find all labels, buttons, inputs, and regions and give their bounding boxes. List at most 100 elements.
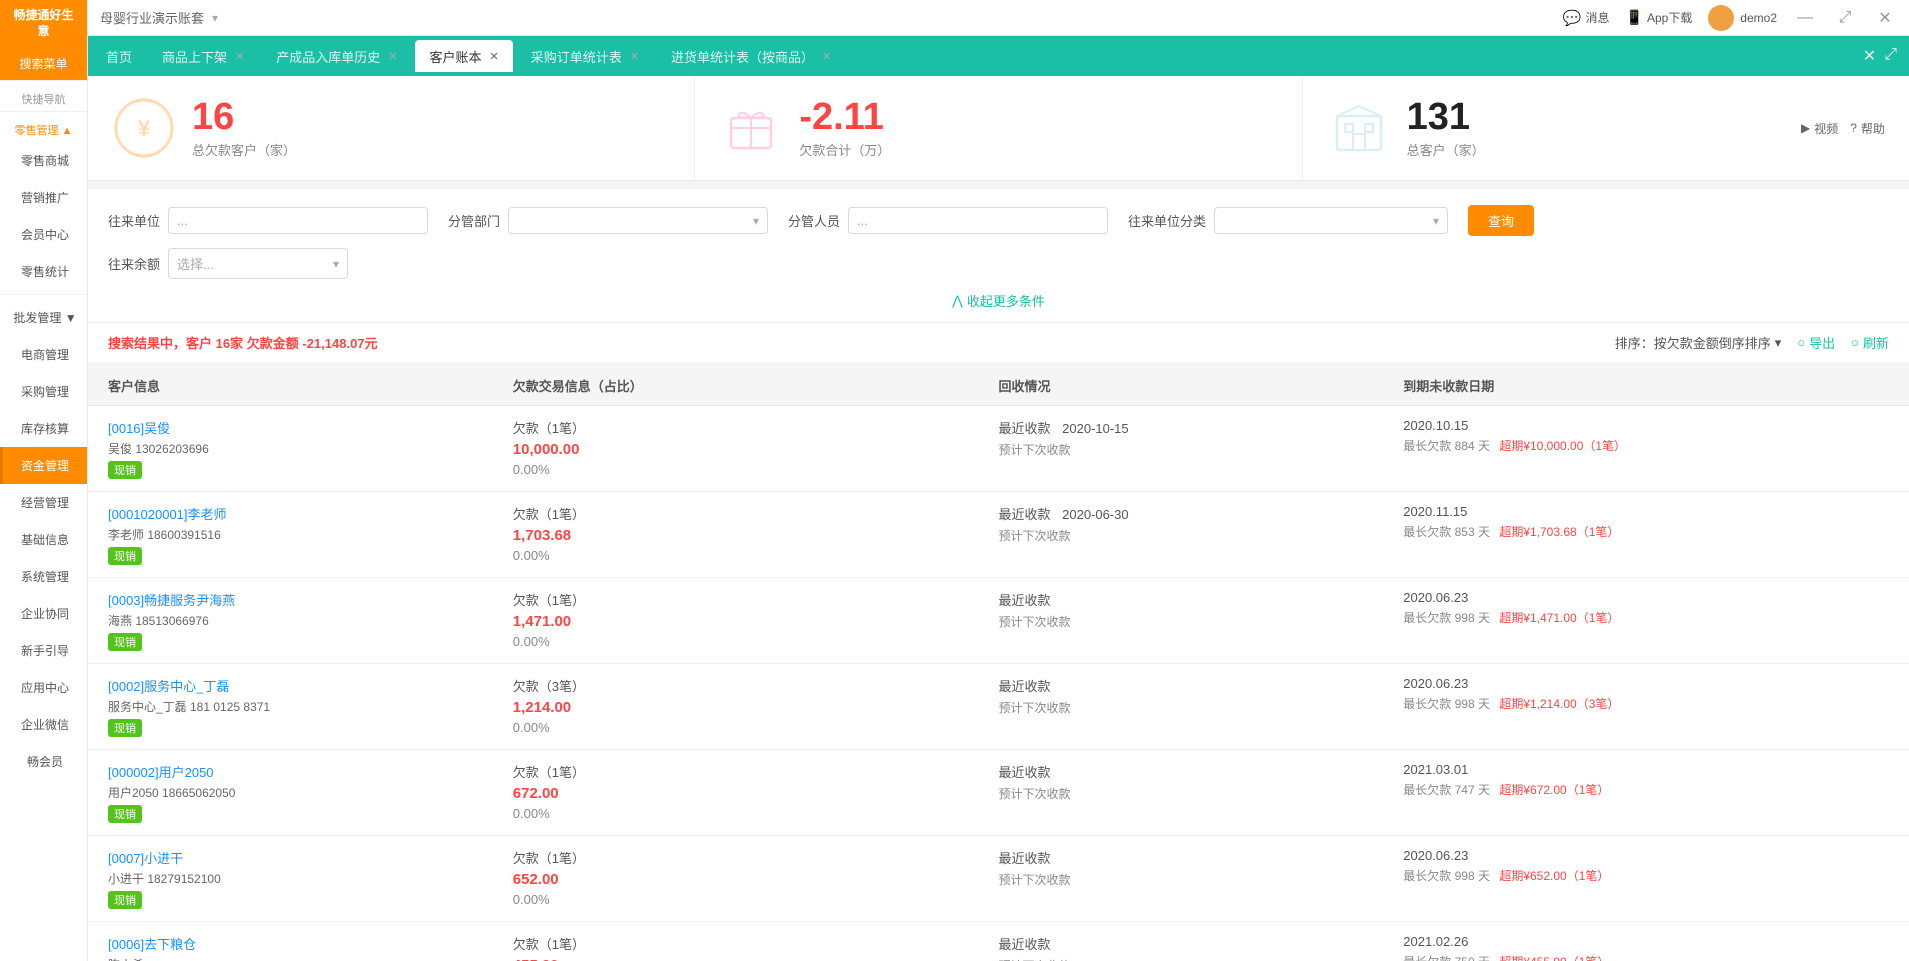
table-row: [000002]用户2050 用户2050 18665062050 现销 欠款（…	[88, 750, 1909, 836]
tab-purchase-stats[interactable]: 采购订单统计表 ✕	[517, 40, 653, 72]
sidebar-item-inventory[interactable]: 库存核算	[0, 410, 87, 447]
sidebar-item-finance[interactable]: 资金管理	[0, 447, 87, 484]
sidebar-item-basic-info[interactable]: 基础信息	[0, 521, 87, 558]
from-unit-input[interactable]: ...	[168, 207, 428, 234]
filter-row-1: 往来单位 ... 分管部门 ▾ 分管人员	[108, 205, 1889, 236]
refresh-btn[interactable]: ○ 刷新	[1851, 333, 1889, 352]
from-unit-label: 往来单位	[108, 211, 160, 230]
client-name-6[interactable]: [0006]去下粮仓	[108, 934, 513, 953]
client-phone-3: 服务中心_丁磊 181 0125 8371	[108, 698, 513, 715]
tab-close-customer[interactable]: ✕	[490, 50, 499, 63]
sidebar-item-system[interactable]: 系统管理	[0, 558, 87, 595]
collapse-filter-btn[interactable]: ⋀ 收起更多条件	[108, 291, 1889, 310]
tab-close-history[interactable]: ✕	[388, 50, 397, 63]
recovery-info-1: 最近收款 2020-06-30 预计下次收款	[999, 504, 1404, 544]
sidebar-item-newbie[interactable]: 新手引导	[0, 632, 87, 669]
account-name: 母婴行业演示账套	[100, 8, 204, 27]
sidebar-item-operations[interactable]: 经营管理	[0, 484, 87, 521]
window-minimize-btn[interactable]: —	[1793, 6, 1817, 30]
sidebar-divider-1	[0, 294, 87, 295]
overdue-link-6[interactable]: 超期¥455.90（1笔）	[1499, 955, 1609, 961]
dept-select[interactable]: ▾	[508, 207, 768, 234]
overdue-link-1[interactable]: 超期¥1,703.68（1笔）	[1499, 525, 1619, 539]
recovery-date-6: 最近收款	[999, 934, 1404, 953]
client-info-6: [0006]去下粮仓 陈小希 现销	[108, 934, 513, 961]
balance-select[interactable]: 选择... ▾	[168, 248, 348, 279]
search-button[interactable]: 查询	[1468, 205, 1534, 236]
app-download-btn[interactable]: 📱 App下载	[1626, 9, 1693, 26]
tab-product-list[interactable]: 商品上下架 ✕	[148, 40, 258, 72]
unit-category-select[interactable]: ▾	[1214, 207, 1448, 234]
client-name-2[interactable]: [0003]畅捷服务尹海燕	[108, 590, 513, 609]
sort-select[interactable]: 排序：按欠款金额倒序排序 ▾	[1615, 333, 1782, 352]
quick-nav-label: 快捷导航	[0, 80, 87, 111]
export-btn[interactable]: ○ 导出	[1797, 333, 1835, 352]
stat-number-debt: -2.11	[799, 98, 890, 136]
client-info-0: [0016]吴俊 吴俊 13026203696 现销	[108, 418, 513, 479]
export-icon: ○	[1797, 335, 1805, 350]
client-info-1: [0001020001]李老师 李老师 18600391516 现销	[108, 504, 513, 565]
account-dropdown-icon[interactable]: ▾	[212, 11, 218, 25]
tab-close-product[interactable]: ✕	[235, 50, 244, 63]
client-name-1[interactable]: [0001020001]李老师	[108, 504, 513, 523]
sidebar-item-enterprise-wechat[interactable]: 企业微信	[0, 706, 87, 743]
tab-close-goods[interactable]: ✕	[822, 50, 831, 63]
video-action-btn[interactable]: ▶ 视频	[1801, 120, 1838, 137]
sidebar-item-members[interactable]: 会员中心	[0, 216, 87, 253]
overdue-link-3[interactable]: 超期¥1,214.00（3笔）	[1499, 697, 1619, 711]
stat-info-2: -2.11 欠款合计（万）	[799, 98, 890, 159]
tabbar-expand-btn[interactable]: ⤢	[1884, 46, 1897, 66]
overdue-link-2[interactable]: 超期¥1,471.00（1笔）	[1499, 611, 1619, 625]
sidebar-item-enterprise[interactable]: 企业协同	[0, 595, 87, 632]
debt-amount-5: 652.00	[513, 871, 999, 888]
debt-amount-1: 1,703.68	[513, 527, 999, 544]
sidebar-item-purchase[interactable]: 采购管理	[0, 373, 87, 410]
client-info-2: [0003]畅捷服务尹海燕 海燕 18513066976 现销	[108, 590, 513, 651]
message-btn[interactable]: 💬 消息	[1563, 9, 1610, 27]
tab-home[interactable]: 首页	[94, 40, 144, 72]
next-collection-6: 预计下次收款	[999, 957, 1404, 961]
sidebar-item-app-center[interactable]: 应用中心	[0, 669, 87, 706]
sidebar-item-retail-stats[interactable]: 零售统计	[0, 253, 87, 290]
date-detail-3: 最长欠款 998 天 超期¥1,214.00（3笔）	[1403, 695, 1889, 712]
video-icon: ▶	[1801, 121, 1810, 135]
sidebar-item-chang-member[interactable]: 畅会员	[0, 743, 87, 780]
tab-close-purchase[interactable]: ✕	[630, 50, 639, 63]
sidebar-item-ecommerce[interactable]: 电商管理	[0, 336, 87, 373]
client-phone-6: 陈小希	[108, 956, 513, 961]
next-collection-3: 预计下次收款	[999, 699, 1404, 716]
person-input[interactable]: ...	[848, 207, 1108, 234]
sidebar-item-marketing[interactable]: 营销推广	[0, 179, 87, 216]
stat-actions: ▶ 视频 ? 帮助	[1801, 120, 1885, 137]
debt-amount-2: 1,471.00	[513, 613, 999, 630]
sidebar-item-wholesale[interactable]: 批发管理 ▼	[0, 299, 87, 336]
table-row: [0003]畅捷服务尹海燕 海燕 18513066976 现销 欠款（1笔） 1…	[88, 578, 1909, 664]
overdue-link-5[interactable]: 超期¥652.00（1笔）	[1499, 869, 1609, 883]
client-name-5[interactable]: [0007]小进干	[108, 848, 513, 867]
client-name-4[interactable]: [000002]用户2050	[108, 762, 513, 781]
client-name-3[interactable]: [0002]服务中心_丁磊	[108, 676, 513, 695]
overdue-link-4[interactable]: 超期¥672.00（1笔）	[1499, 783, 1609, 797]
debt-percent-1: 0.00%	[513, 548, 999, 563]
recovery-date-2: 最近收款	[999, 590, 1404, 609]
recovery-info-0: 最近收款 2020-10-15 预计下次收款	[999, 418, 1404, 458]
overdue-link-0[interactable]: 超期¥10,000.00（1笔）	[1499, 439, 1626, 453]
tab-product-history[interactable]: 产成品入库单历史 ✕	[262, 40, 411, 72]
client-name-0[interactable]: [0016]吴俊	[108, 418, 513, 437]
user-avatar-btn[interactable]: demo2	[1708, 5, 1777, 31]
window-expand-btn[interactable]: ⤢	[1833, 6, 1857, 30]
tab-goods-stats[interactable]: 进货单统计表（按商品） ✕	[657, 40, 845, 72]
tabbar-close-all-btn[interactable]: ✕	[1863, 46, 1876, 66]
window-close-btn[interactable]: ✕	[1873, 6, 1897, 30]
debt-info-2: 欠款（1笔） 1,471.00 0.00%	[513, 590, 999, 649]
tab-customer-account[interactable]: 客户账本 ✕	[415, 40, 512, 72]
date-info-3: 2020.06.23 最长欠款 998 天 超期¥1,214.00（3笔）	[1403, 676, 1889, 712]
topbar-left: 母婴行业演示账套 ▾	[100, 8, 218, 27]
client-phone-2: 海燕 18513066976	[108, 612, 513, 629]
sidebar-search[interactable]: 搜索菜单	[0, 47, 87, 80]
help-action-btn[interactable]: ? 帮助	[1850, 120, 1885, 137]
debt-count-2: 欠款（1笔）	[513, 590, 999, 609]
stats-row: ¥ 16 总欠款客户（家）	[88, 76, 1909, 181]
sidebar-item-retail-mall[interactable]: 零售商城	[0, 142, 87, 179]
date-detail-1: 最长欠款 853 天 超期¥1,703.68（1笔）	[1403, 523, 1889, 540]
